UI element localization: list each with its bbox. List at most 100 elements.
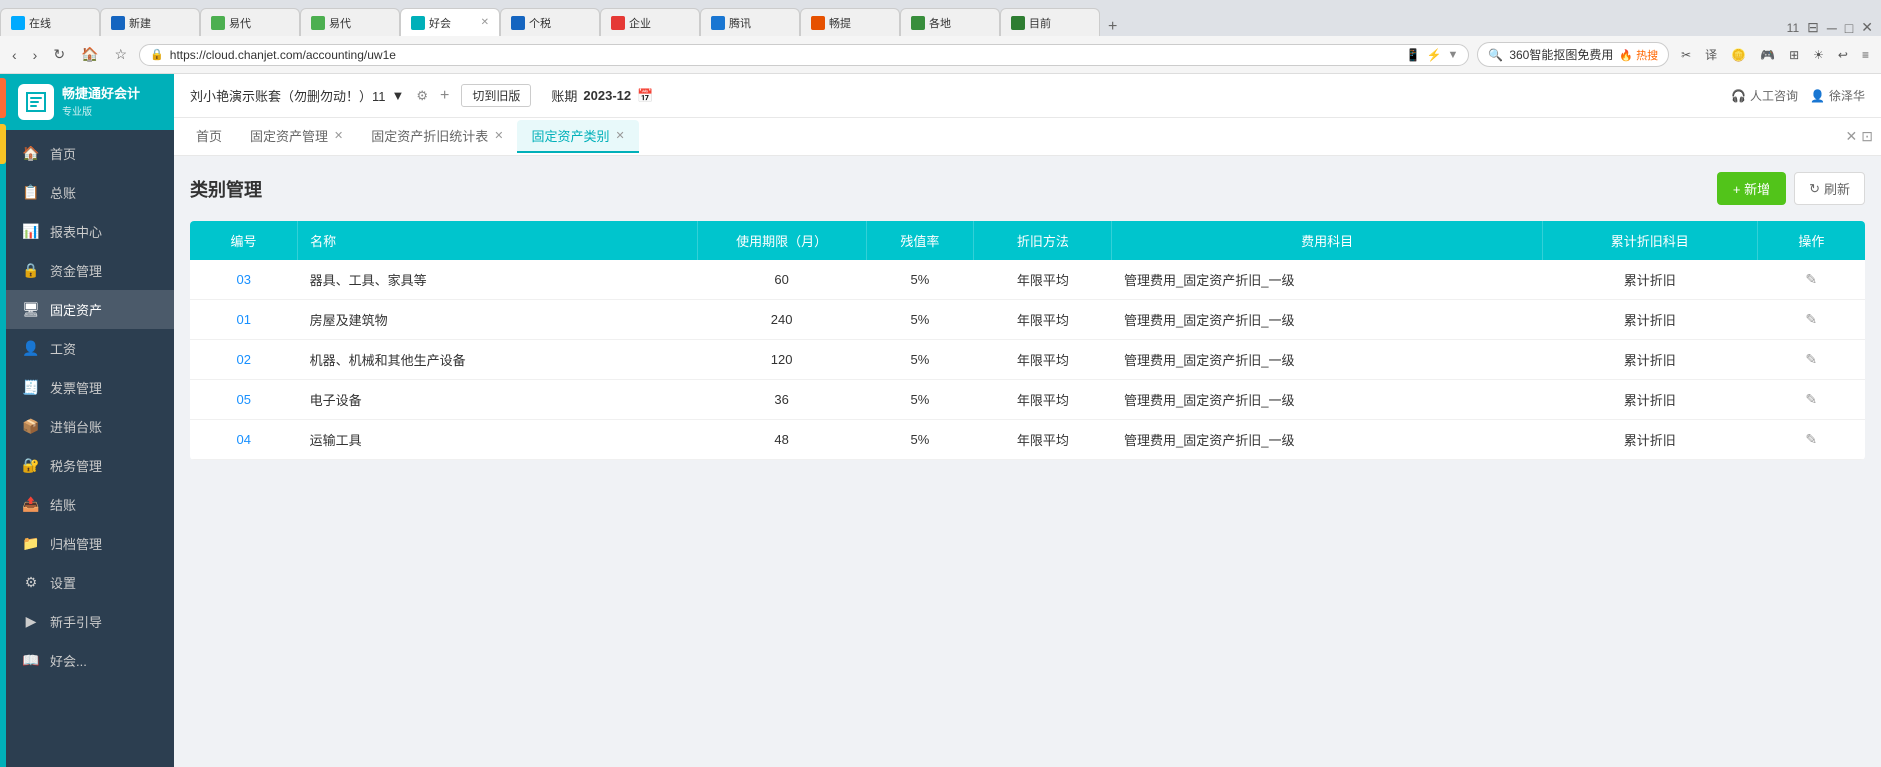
page-tab-fixed-assets-mgmt[interactable]: 固定资产管理 ✕ xyxy=(236,120,357,153)
history-icon[interactable]: ↩ xyxy=(1834,46,1852,64)
edit-button-1[interactable]: ✎ xyxy=(1805,271,1817,287)
sidebar-label-purchase-sales: 进销台账 xyxy=(50,417,102,436)
sidebar-item-invoice[interactable]: 🧾 发票管理 xyxy=(6,368,174,407)
cell-accum-4: 累计折旧 xyxy=(1542,380,1757,420)
sidebar-label-tax: 税务管理 xyxy=(50,456,102,475)
page-title: 类别管理 xyxy=(190,176,262,202)
address-dropdown-icon[interactable]: ▼ xyxy=(1447,49,1458,61)
title-actions: + 新增 ↻ 刷新 xyxy=(1717,172,1865,205)
browser-tab-tengxun[interactable]: 腾讯 xyxy=(700,8,800,36)
page-tab-close-icon[interactable]: ✕ xyxy=(1846,128,1858,145)
page-tabs: 首页 固定资产管理 ✕ 固定资产折旧统计表 ✕ 固定资产类别 ✕ ✕ ⊡ xyxy=(174,118,1881,156)
sidebar-item-tax[interactable]: 🔐 税务管理 xyxy=(6,446,174,485)
fixed-assets-nav-icon: 🖥 xyxy=(22,301,40,319)
tab-icon-gedi xyxy=(911,16,925,30)
logo-subtitle: 专业版 xyxy=(62,103,140,118)
sidebar-label-settings: 设置 xyxy=(50,573,76,592)
switch-version-button[interactable]: 切到旧版 xyxy=(461,84,531,107)
browser-tab-gedi[interactable]: 各地 xyxy=(900,8,1000,36)
cell-method-4: 年限平均 xyxy=(974,380,1112,420)
page-tab-expand-icon[interactable]: ⊡ xyxy=(1861,128,1873,145)
cell-accum-2: 累计折旧 xyxy=(1542,300,1757,340)
settings-gear-icon[interactable]: ⚙ xyxy=(416,88,428,104)
sidebar-item-reports[interactable]: 📊 报表中心 xyxy=(6,212,174,251)
sidebar-label-fixed-assets: 固定资产 xyxy=(50,300,102,319)
browser-tab-zaixin[interactable]: 在线 xyxy=(0,8,100,36)
tab-icon-muqian xyxy=(1011,16,1025,30)
edit-button-2[interactable]: ✎ xyxy=(1805,311,1817,327)
browser-tab-xinjian[interactable]: 新建 xyxy=(100,8,200,36)
maximize-icon[interactable]: □ xyxy=(1845,20,1853,36)
sidebar-item-fixed-assets[interactable]: 🖥 固定资产 xyxy=(6,290,174,329)
consult-button[interactable]: 🎧 人工咨询 xyxy=(1731,87,1798,104)
sidebar-item-purchase-sales[interactable]: 📦 进销台账 xyxy=(6,407,174,446)
home-button[interactable]: 🏠 xyxy=(77,44,102,65)
browser-tab-changte[interactable]: 畅提 xyxy=(800,8,900,36)
cell-expense-3: 管理费用_固定资产折旧_一级 xyxy=(1112,340,1542,380)
translate-icon[interactable]: 译 xyxy=(1701,44,1721,65)
add-account-icon[interactable]: + xyxy=(440,87,449,105)
edit-button-4[interactable]: ✎ xyxy=(1805,391,1817,407)
browser-tab-geshui[interactable]: 个税 xyxy=(500,8,600,36)
bookmark-button[interactable]: ☆ xyxy=(111,44,132,65)
browser-tab-muqian[interactable]: 目前 xyxy=(1000,8,1100,36)
forward-button[interactable]: › xyxy=(29,45,42,65)
add-category-button[interactable]: + 新增 xyxy=(1717,172,1786,205)
edit-button-5[interactable]: ✎ xyxy=(1805,431,1817,447)
edit-button-3[interactable]: ✎ xyxy=(1805,351,1817,367)
back-button[interactable]: ‹ xyxy=(8,45,21,65)
sidebar-label-funds: 资金管理 xyxy=(50,261,102,280)
page-tab-depreciation-stats[interactable]: 固定资产折旧统计表 ✕ xyxy=(357,120,517,153)
sidebar-item-payroll[interactable]: 👤 工资 xyxy=(6,329,174,368)
browser-tab-haohui[interactable]: 好会 ✕ xyxy=(400,8,500,36)
close-window-icon[interactable]: ✕ xyxy=(1861,19,1873,36)
dropdown-icon[interactable]: ▼ xyxy=(392,88,405,103)
cell-expense-1: 管理费用_固定资产折旧_一级 xyxy=(1112,260,1542,300)
period-label: 账期 xyxy=(551,86,577,105)
calendar-icon[interactable]: 📅 xyxy=(637,88,653,104)
refresh-button[interactable]: ↻ 刷新 xyxy=(1794,172,1865,205)
game-icon[interactable]: 🎮 xyxy=(1756,46,1779,64)
page-tab-asset-categories-close[interactable]: ✕ xyxy=(616,129,625,142)
app-layout: 畅捷通好会计 专业版 🏠 首页 📋 总账 📊 报表中心 🔒 资金管理 � xyxy=(0,74,1881,767)
col-header-period: 使用期限（月） xyxy=(697,221,866,260)
sidebar-item-ledger[interactable]: 📋 总账 xyxy=(6,173,174,212)
menu-icon[interactable]: ≡ xyxy=(1858,46,1873,64)
tab-close-haohui[interactable]: ✕ xyxy=(481,17,489,28)
page-tab-depreciation-stats-close[interactable]: ✕ xyxy=(494,129,503,142)
tab-list-icon[interactable]: ⊟ xyxy=(1807,19,1819,36)
sidebar-item-settings[interactable]: ⚙ 设置 xyxy=(6,563,174,602)
cell-period-4: 36 xyxy=(697,380,866,420)
address-bar[interactable]: 🔒 https://cloud.chanjet.com/accounting/u… xyxy=(139,44,1469,66)
sidebar-item-close-books[interactable]: 📤 结账 xyxy=(6,485,174,524)
browser-tab-qiye[interactable]: 企业 xyxy=(600,8,700,36)
archive-nav-icon: 📁 xyxy=(22,535,40,553)
sidebar-item-haohui[interactable]: 📖 好会... xyxy=(6,641,174,680)
user-profile-button[interactable]: 👤 徐泽华 xyxy=(1810,87,1865,104)
scissors-icon[interactable]: ✂ xyxy=(1677,46,1695,64)
sidebar-item-archive[interactable]: 📁 归档管理 xyxy=(6,524,174,563)
page-title-bar: 类别管理 + 新增 ↻ 刷新 xyxy=(190,172,1865,205)
toolbar-icons: ✂ 译 🪙 🎮 ⊞ ☀ ↩ ≡ xyxy=(1677,44,1873,65)
tab-add-button[interactable]: + xyxy=(1100,18,1125,36)
sidebar-item-funds[interactable]: 🔒 资金管理 xyxy=(6,251,174,290)
browser-tab-yidai1[interactable]: 易代 xyxy=(200,8,300,36)
sun-icon[interactable]: ☀ xyxy=(1809,46,1828,64)
page-tab-asset-categories[interactable]: 固定资产类别 ✕ xyxy=(517,120,638,153)
table-row: 03 器具、工具、家具等 60 5% 年限平均 管理费用_固定资产折旧_一级 累… xyxy=(190,260,1865,300)
search-bar[interactable]: 🔍 360智能抠图免费用 🔥 热搜 xyxy=(1477,42,1669,67)
browser-tab-yidai2[interactable]: 易代 xyxy=(300,8,400,36)
tab-label-qiye: 企业 xyxy=(629,15,689,31)
page-tab-home[interactable]: 首页 xyxy=(182,120,236,153)
sidebar-item-guide[interactable]: ▶ 新手引导 xyxy=(6,602,174,641)
tab-icon-zaixin xyxy=(11,16,25,30)
page-tab-fixed-assets-mgmt-close[interactable]: ✕ xyxy=(334,129,343,142)
coin-icon[interactable]: 🪙 xyxy=(1727,46,1750,64)
sidebar-item-home[interactable]: 🏠 首页 xyxy=(6,134,174,173)
reload-button[interactable]: ↻ xyxy=(49,44,69,65)
grid-icon[interactable]: ⊞ xyxy=(1785,46,1803,64)
tab-bar: 在线 新建 易代 易代 好会 ✕ 个税 企业 腾讯 xyxy=(0,0,1881,36)
user-name-text: 刘小艳演示账套（勿删勿动！）11 xyxy=(190,86,386,105)
cell-accum-5: 累计折旧 xyxy=(1542,420,1757,460)
minimize-icon[interactable]: ─ xyxy=(1827,20,1837,36)
